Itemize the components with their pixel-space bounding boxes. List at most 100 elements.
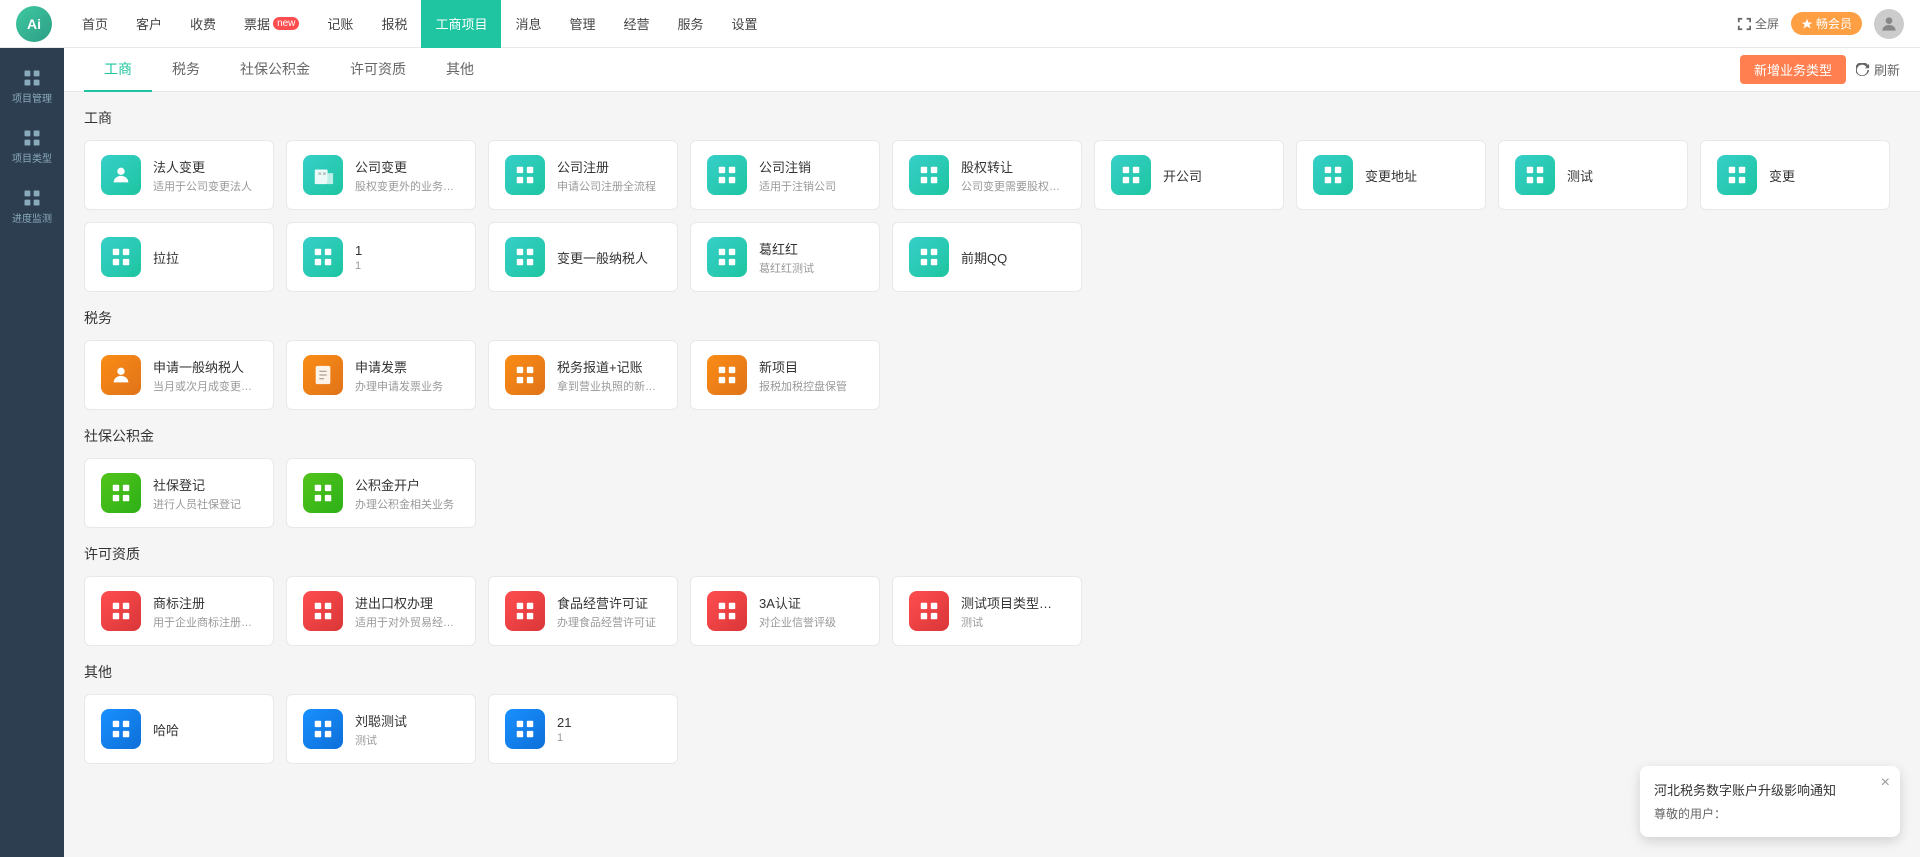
nav-item-首页[interactable]: 首页: [68, 0, 122, 48]
service-card-name: 食品经营许可证: [557, 593, 661, 612]
sub-tab-工商[interactable]: 工商: [84, 48, 152, 92]
service-card[interactable]: 社保登记进行人员社保登记: [84, 458, 274, 528]
service-card-icon: [101, 709, 141, 749]
service-card-info: 211: [557, 715, 661, 744]
service-card[interactable]: 变更地址: [1296, 140, 1486, 210]
sidebar-item-进度监测[interactable]: 进度监测: [0, 176, 64, 236]
service-card[interactable]: 11: [286, 222, 476, 292]
service-card[interactable]: 哈哈: [84, 694, 274, 764]
service-card-desc: 进行人员社保登记: [153, 496, 257, 512]
service-card-desc: 葛红红测试: [759, 260, 863, 276]
service-card[interactable]: 开公司: [1094, 140, 1284, 210]
notification-content: 尊敬的用户：: [1654, 805, 1886, 823]
sub-tab-社保公积金[interactable]: 社保公积金: [220, 48, 330, 92]
nav-item-工商项目[interactable]: 工商项目: [421, 0, 501, 48]
nav-item-记账[interactable]: 记账: [313, 0, 367, 48]
service-card-info: 11: [355, 243, 459, 272]
section-qita: 其他哈哈刘聪测试测试211: [84, 662, 1900, 764]
service-card[interactable]: 公积金开户办理公积金相关业务: [286, 458, 476, 528]
section-title-xuke: 许可资质: [84, 544, 1900, 564]
service-card[interactable]: 变更一般纳税人: [488, 222, 678, 292]
service-card[interactable]: 公司注册申请公司注册全流程: [488, 140, 678, 210]
service-card-desc: 适用于注销公司: [759, 178, 863, 194]
service-card-info: 商标注册用于企业商标注册服务: [153, 593, 257, 630]
service-card-desc: 对企业信誉评级: [759, 614, 863, 630]
service-card[interactable]: 测试: [1498, 140, 1688, 210]
nav-item-消息[interactable]: 消息: [501, 0, 555, 48]
grid-icon: [22, 68, 42, 88]
sub-tabs-bar: 工商税务社保公积金许可资质其他 新增业务类型 刷新: [64, 48, 1920, 92]
sidebar-item-项目管理[interactable]: 项目管理: [0, 56, 64, 116]
card-grid-shebao: 社保登记进行人员社保登记公积金开户办理公积金相关业务: [84, 458, 1900, 528]
service-card-icon: [909, 591, 949, 631]
service-card[interactable]: 公司注销适用于注销公司: [690, 140, 880, 210]
service-card-icon: [303, 473, 343, 513]
nav-item-服务[interactable]: 服务: [664, 0, 718, 48]
avatar-icon: [1879, 14, 1899, 34]
service-card[interactable]: 新项目报税加税控盘保管: [690, 340, 880, 410]
service-card[interactable]: 进出口权办理适用于对外贸易经营者: [286, 576, 476, 646]
section-shuiwu: 税务申请一般纳税人当月或次月成变更完成申请发票办理申请发票业务 税务报道+记账拿到…: [84, 308, 1900, 410]
sub-tab-税务[interactable]: 税务: [152, 48, 220, 92]
nav-item-客户[interactable]: 客户: [122, 0, 176, 48]
service-card[interactable]: 变更: [1700, 140, 1890, 210]
service-card[interactable]: 测试项目类型目定义测试: [892, 576, 1082, 646]
service-card-info: 税务报道+记账拿到营业执照的新公司: [557, 357, 661, 394]
nav-item-收费[interactable]: 收费: [176, 0, 230, 48]
section-gongshang: 工商法人变更适用于公司变更法人公司变更股权变更外的业务变更公司注册申请公司注册全…: [84, 108, 1900, 292]
vip-button[interactable]: 畅会员: [1791, 12, 1862, 35]
service-card-icon: [505, 591, 545, 631]
service-card[interactable]: 3A认证对企业信誉评级: [690, 576, 880, 646]
service-card-desc: 用于企业商标注册服务: [153, 614, 257, 630]
app-logo[interactable]: Ai: [16, 6, 52, 42]
service-card-name: 21: [557, 715, 661, 730]
fullscreen-button[interactable]: 全屏: [1737, 15, 1779, 32]
service-card[interactable]: 前期QQ: [892, 222, 1082, 292]
service-card[interactable]: 申请发票办理申请发票业务: [286, 340, 476, 410]
service-card[interactable]: 申请一般纳税人当月或次月成变更完成: [84, 340, 274, 410]
service-card-name: 刘聪测试: [355, 711, 459, 730]
service-card-desc: 测试: [355, 732, 459, 748]
service-card-desc: 公司变更需要股权转让: [961, 178, 1065, 194]
new-business-type-button[interactable]: 新增业务类型: [1740, 55, 1846, 84]
nav-item-设置[interactable]: 设置: [718, 0, 772, 48]
service-card-name: 1: [355, 243, 459, 258]
service-card-name: 测试: [1567, 166, 1671, 185]
service-card-name: 拉拉: [153, 248, 257, 267]
sidebar-item-项目类型[interactable]: 项目类型: [0, 116, 64, 176]
service-card-name: 申请发票: [355, 357, 459, 376]
card-grid-shuiwu: 申请一般纳税人当月或次月成变更完成申请发票办理申请发票业务 税务报道+记账拿到营业…: [84, 340, 1900, 410]
service-card-icon: [101, 591, 141, 631]
service-card[interactable]: 葛红红葛红红测试: [690, 222, 880, 292]
user-avatar[interactable]: [1874, 9, 1904, 39]
sub-tab-许可资质[interactable]: 许可资质: [330, 48, 426, 92]
service-card[interactable]: 商标注册用于企业商标注册服务: [84, 576, 274, 646]
service-card-info: 新项目报税加税控盘保管: [759, 357, 863, 394]
sub-tab-actions: 新增业务类型 刷新: [1740, 55, 1900, 84]
service-card[interactable]: 公司变更股权变更外的业务变更: [286, 140, 476, 210]
service-card[interactable]: 刘聪测试测试: [286, 694, 476, 764]
nav-item-经营[interactable]: 经营: [610, 0, 664, 48]
nav-item-票据[interactable]: 票据new: [230, 0, 313, 48]
service-card-info: 股权转让公司变更需要股权转让: [961, 157, 1065, 194]
service-card[interactable]: 拉拉: [84, 222, 274, 292]
refresh-button[interactable]: 刷新: [1856, 60, 1900, 79]
service-card-name: 法人变更: [153, 157, 257, 176]
section-title-shuiwu: 税务: [84, 308, 1900, 328]
service-card-icon: [303, 709, 343, 749]
service-card[interactable]: 211: [488, 694, 678, 764]
nav-item-管理[interactable]: 管理: [555, 0, 609, 48]
sub-tab-其他[interactable]: 其他: [426, 48, 494, 92]
service-card-name: 社保登记: [153, 475, 257, 494]
service-card[interactable]: 法人变更适用于公司变更法人: [84, 140, 274, 210]
service-card-icon: [101, 355, 141, 395]
service-card[interactable]: 税务报道+记账拿到营业执照的新公司: [488, 340, 678, 410]
top-navigation: Ai 首页客户收费票据new记账报税工商项目消息管理经营服务设置 全屏 畅会员: [0, 0, 1920, 48]
service-card[interactable]: 股权转让公司变更需要股权转让: [892, 140, 1082, 210]
service-card[interactable]: 食品经营许可证办理食品经营许可证: [488, 576, 678, 646]
service-card-icon: [909, 237, 949, 277]
content-body: 工商法人变更适用于公司变更法人公司变更股权变更外的业务变更公司注册申请公司注册全…: [64, 92, 1920, 796]
service-card-info: 拉拉: [153, 248, 257, 267]
notification-close-button[interactable]: ×: [1881, 774, 1890, 792]
nav-item-报税[interactable]: 报税: [367, 0, 421, 48]
